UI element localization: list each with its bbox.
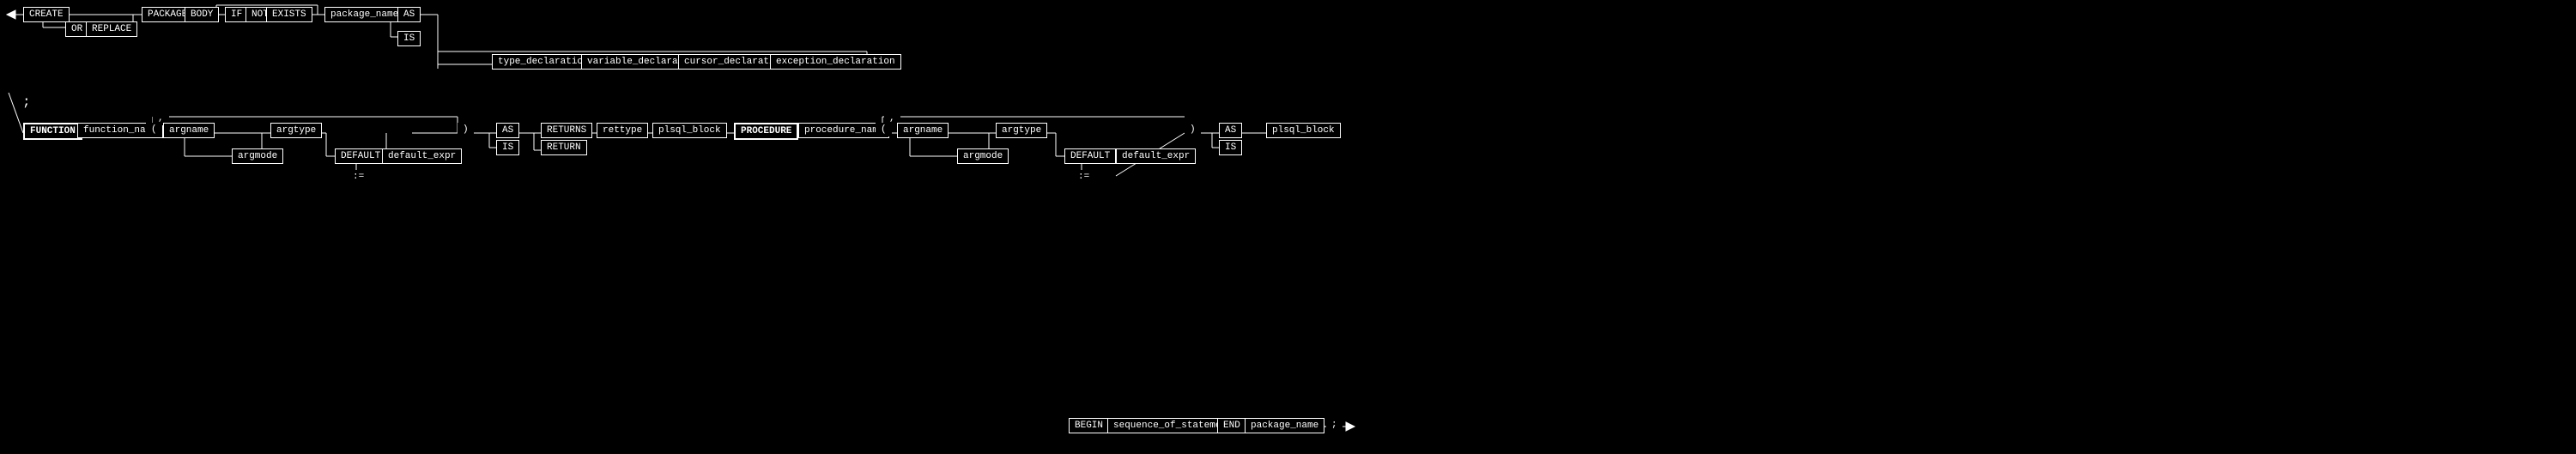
assign-proc-node: :=: [1073, 170, 1094, 184]
begin-keyword-node: BEGIN: [1069, 418, 1109, 433]
package-name-end-node: package_name: [1245, 418, 1324, 433]
default-kw-proc-node: DEFAULT: [1064, 148, 1116, 164]
paren-right-proc-node: ): [1185, 123, 1201, 136]
argmode-proc-node: argmode: [957, 148, 1009, 164]
default-kw-fn-node: DEFAULT: [335, 148, 386, 164]
procedure-keyword-node: PROCEDURE: [734, 123, 798, 140]
exists-node: EXISTS: [266, 7, 312, 22]
function-keyword-node: FUNCTION: [23, 123, 82, 140]
loop-bracket-node: ;: [17, 93, 36, 112]
argmode-fn-node: argmode: [232, 148, 283, 164]
paren-left-fn-node: (: [146, 123, 162, 136]
plsql-block-fn-node: plsql_block: [652, 123, 727, 138]
syntax-diagram: CREATE OR REPLACE PACKAGE BODY IF NOT EX…: [0, 0, 2576, 454]
argname-proc-node: argname: [897, 123, 949, 138]
paren-right-fn-node: ): [458, 123, 474, 136]
exception-declaration-node: exception_declaration: [770, 54, 901, 70]
end-keyword-node: END: [1217, 418, 1246, 433]
semicolon-end-node: ;: [1326, 418, 1343, 432]
is-proc-node: IS: [1219, 140, 1242, 155]
replace-node: REPLACE: [86, 21, 137, 37]
assign-fn-node: :=: [348, 170, 369, 184]
is-fn-node: IS: [496, 140, 519, 155]
as-proc-node: AS: [1219, 123, 1242, 138]
argname-fn-node: argname: [163, 123, 215, 138]
create-node: CREATE: [23, 7, 70, 22]
type-declaration-node: type_declaration: [492, 54, 595, 70]
argtype-fn-node: argtype: [270, 123, 322, 138]
connector-lines: [0, 0, 2576, 454]
body-node: BODY: [185, 7, 219, 22]
argtype-proc-node: argtype: [996, 123, 1047, 138]
plsql-block-proc-node: plsql_block: [1266, 123, 1341, 138]
rettype-node: rettype: [597, 123, 648, 138]
paren-left-proc-node: (: [876, 123, 892, 136]
returns-kw-node: RETURNS: [541, 123, 592, 138]
is-top-node: IS: [397, 31, 421, 46]
as-top-node: AS: [397, 7, 421, 22]
return-kw-node: RETURN: [541, 140, 587, 155]
default-expr-fn-node: default_expr: [382, 148, 462, 164]
package-name-top-node: package_name: [324, 7, 404, 22]
default-expr-proc-node: default_expr: [1116, 148, 1196, 164]
as-fn-node: AS: [496, 123, 519, 138]
